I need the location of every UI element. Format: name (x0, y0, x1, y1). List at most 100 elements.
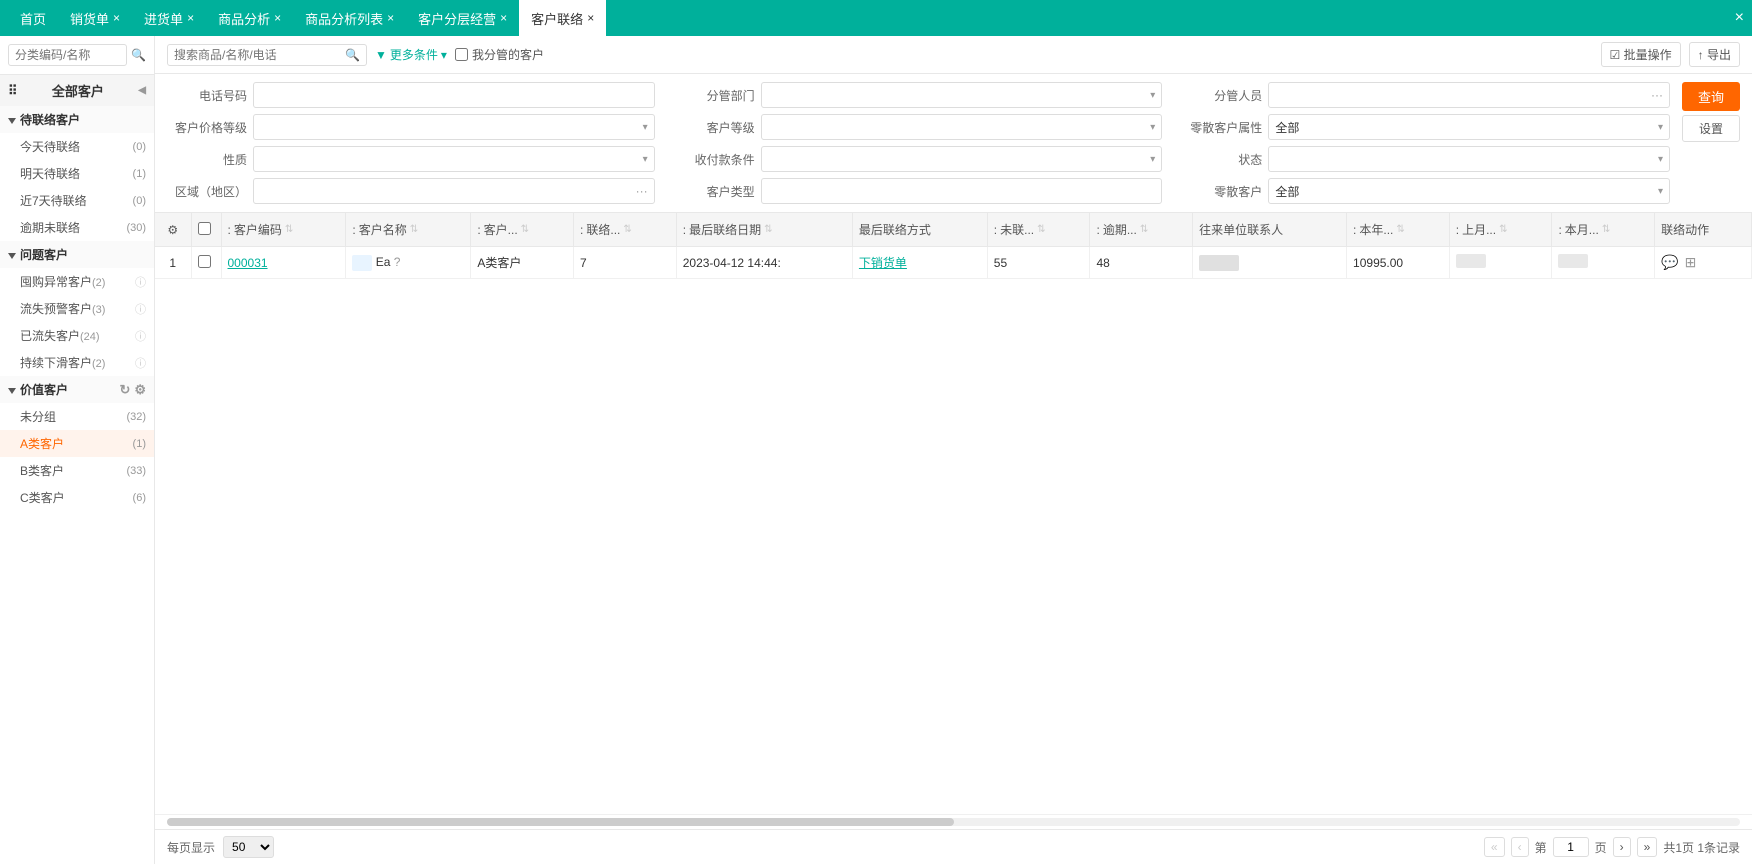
export-button[interactable]: ↑ 导出 (1689, 42, 1740, 67)
th-settings[interactable]: ⚙ (155, 213, 191, 247)
page-number-input[interactable] (1553, 837, 1589, 857)
sort-lastmonth-icon[interactable]: ⇅ (1499, 224, 1507, 235)
grid-action-icon[interactable]: ⊞ (1685, 254, 1697, 271)
sidebar-b-class[interactable]: B类客户 (33) (0, 457, 154, 484)
nav-product-analysis-close[interactable]: × (274, 11, 281, 25)
refresh-icon[interactable]: ↻ (119, 382, 130, 398)
scrollbar-track[interactable] (167, 818, 1740, 826)
row-checkbox[interactable] (198, 255, 211, 268)
manager-select[interactable]: ··· (1268, 82, 1670, 108)
query-button[interactable]: 查询 (1682, 82, 1740, 111)
customer-type-input[interactable] (761, 178, 1163, 204)
sort-uncontacted-icon[interactable]: ⇅ (1037, 224, 1045, 235)
sidebar-ungrouped[interactable]: 未分组 (32) (0, 403, 154, 430)
next-page-btn[interactable]: › (1613, 837, 1631, 857)
th-action: 联络动作 (1655, 213, 1752, 247)
customer-code-link[interactable]: 000031 (228, 256, 268, 270)
sort-level-icon[interactable]: ⇅ (521, 224, 529, 235)
nav-product-analysis[interactable]: 商品分析 × (206, 0, 293, 36)
sidebar-declining[interactable]: 持续下滑客户(2) ⓘ (0, 349, 154, 376)
sidebar-search-input[interactable] (8, 44, 127, 66)
search-input[interactable] (174, 48, 345, 62)
sort-year-icon[interactable]: ⇅ (1396, 224, 1404, 235)
sort-overdue-icon[interactable]: ⇅ (1140, 224, 1148, 235)
th-code[interactable]: :客户编码⇅ (221, 213, 346, 247)
sidebar-today-contact[interactable]: 今天待联络 (0) (0, 133, 154, 160)
footer-right: « ‹ 第 页 › » 共1页 1条记录 (1484, 837, 1740, 857)
sort-thismonth-icon[interactable]: ⇅ (1602, 224, 1610, 235)
phone-input[interactable] (253, 82, 655, 108)
retail-attr-select[interactable]: 全部 ▾ (1268, 114, 1670, 140)
prev-page-btn[interactable]: ‹ (1511, 837, 1529, 857)
my-customers-check[interactable] (455, 48, 468, 61)
nav-sales-close[interactable]: × (113, 11, 120, 25)
th-contact-count[interactable]: :联络...⇅ (574, 213, 677, 247)
manager-label: 分管人员 (1182, 87, 1262, 104)
sidebar-7days-contact[interactable]: 近7天待联络 (0) (0, 187, 154, 214)
nav-customer-contact[interactable]: 客户联络 × (519, 0, 606, 36)
sidebar-overdue-contact[interactable]: 逾期未联络 (30) (0, 214, 154, 241)
settings-icon[interactable]: ⚙ (134, 382, 146, 398)
per-page-select[interactable]: 50 100 200 (223, 836, 274, 858)
settings-gear-icon[interactable]: ⚙ (167, 223, 178, 237)
last-page-btn[interactable]: » (1637, 837, 1658, 857)
nav-sales[interactable]: 销货单 × (58, 0, 132, 36)
price-level-select[interactable]: ▾ (253, 114, 655, 140)
th-uncontacted[interactable]: :未联...⇅ (987, 213, 1090, 247)
all-customers-header[interactable]: ⠿ 全部客户 ◀ (0, 75, 154, 106)
search-icon[interactable]: 🔍 (345, 48, 360, 62)
nav-product-list-close[interactable]: × (387, 11, 394, 25)
last-method-link[interactable]: 下销货单 (859, 256, 907, 270)
sidebar-hoarding-customers[interactable]: 囤购异常客户(2) ⓘ (0, 268, 154, 295)
manager-dots: ··· (1651, 88, 1663, 102)
value-customers-header[interactable]: 价值客户 ↻ ⚙ (0, 376, 154, 403)
td-code[interactable]: 000031 (221, 247, 346, 279)
td-last-method[interactable]: 下销货单 (852, 247, 987, 279)
close-all-button[interactable]: × (1735, 9, 1744, 27)
sidebar-churned[interactable]: 已流失客户(24) ⓘ (0, 322, 154, 349)
problem-customers-header[interactable]: 问题客户 (0, 241, 154, 268)
nav-contact-close[interactable]: × (587, 11, 594, 25)
horizontal-scrollbar[interactable] (155, 814, 1752, 829)
my-customers-checkbox[interactable]: 我分管的客户 (455, 46, 544, 63)
nav-segment-close[interactable]: × (500, 11, 507, 25)
status-select[interactable]: ▾ (1268, 146, 1670, 172)
sidebar-a-class[interactable]: A类客户 (1) (0, 430, 154, 457)
nav-purchase-close[interactable]: × (187, 11, 194, 25)
th-overdue[interactable]: :逾期...⇅ (1090, 213, 1193, 247)
sidebar-tomorrow-contact[interactable]: 明天待联络 (1) (0, 160, 154, 187)
nav-purchase[interactable]: 进货单 × (132, 0, 206, 36)
payment-select[interactable]: ▾ (761, 146, 1163, 172)
nav-product-list[interactable]: 商品分析列表 × (293, 0, 406, 36)
nav-customer-segment[interactable]: 客户分层经营 × (406, 0, 519, 36)
setting-button[interactable]: 设置 (1682, 115, 1740, 142)
th-last-month[interactable]: :上月...⇅ (1449, 213, 1552, 247)
th-name[interactable]: :客户名称⇅ (346, 213, 471, 247)
more-filters-btn[interactable]: ▼ 更多条件 ▾ (375, 46, 447, 63)
sort-contact-icon[interactable]: ⇅ (623, 224, 631, 235)
th-this-month[interactable]: :本月...⇅ (1552, 213, 1655, 247)
nav-home[interactable]: 首页 (8, 0, 58, 36)
help-icon-3: ⓘ (135, 328, 146, 344)
batch-op-button[interactable]: ☑ 批量操作 (1601, 42, 1681, 67)
select-all-checkbox[interactable] (198, 222, 211, 235)
chat-action-icon[interactable]: 💬 (1661, 254, 1678, 271)
sort-name-icon[interactable]: ⇅ (410, 224, 418, 235)
th-last-date[interactable]: :最后联络日期⇅ (676, 213, 852, 247)
first-page-btn[interactable]: « (1484, 837, 1505, 857)
nature-select[interactable]: ▾ (253, 146, 655, 172)
dept-select[interactable]: ▾ (761, 82, 1163, 108)
sidebar-c-class[interactable]: C类客户 (6) (0, 484, 154, 511)
th-level[interactable]: :客户...⇅ (471, 213, 574, 247)
sort-code-icon[interactable]: ⇅ (285, 224, 293, 235)
sidebar-search-icon[interactable]: 🔍 (131, 48, 146, 62)
filter-manager: 分管人员 ··· (1182, 82, 1670, 108)
th-year-amount[interactable]: :本年...⇅ (1347, 213, 1450, 247)
sidebar-churn-warning[interactable]: 流失预警客户(3) ⓘ (0, 295, 154, 322)
pending-contact-header[interactable]: 待联络客户 (0, 106, 154, 133)
customer-level-select[interactable]: ▾ (761, 114, 1163, 140)
region-select[interactable]: ··· (253, 178, 655, 204)
scrollbar-thumb[interactable] (167, 818, 954, 826)
retail-customer-select[interactable]: 全部 ▾ (1268, 178, 1670, 204)
sort-date-icon[interactable]: ⇅ (764, 224, 772, 235)
